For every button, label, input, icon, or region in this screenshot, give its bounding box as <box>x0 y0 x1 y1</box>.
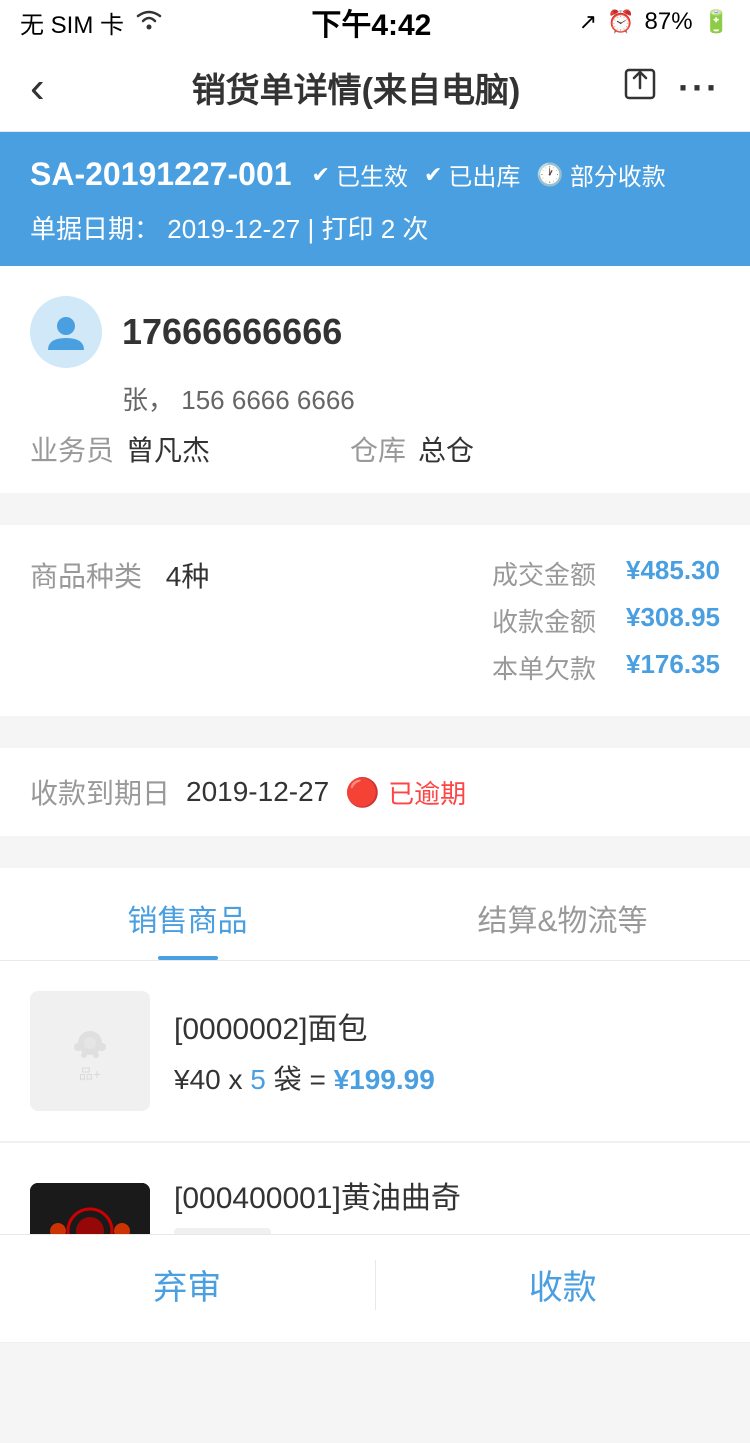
product-image-1: 品+ <box>30 991 150 1111</box>
product-price-1: ¥40 x 5 袋 = ¥199.99 <box>174 1058 720 1098</box>
status-effective: ✔ 已生效 <box>312 157 408 192</box>
svg-text:品+: 品+ <box>79 1066 101 1082</box>
tab-settlement[interactable]: 结算&物流等 <box>375 868 750 960</box>
overdue-badge: 🔴 已逾期 <box>345 774 466 811</box>
status-tags: ✔ 已生效 ✔ 已出库 🕐 部分收款 <box>312 157 666 192</box>
check-icon-1: ✔ <box>312 162 330 188</box>
status-left: 无 SIM 卡 <box>20 5 164 40</box>
warning-icon: 🔴 <box>345 776 380 809</box>
battery-text: 87% <box>645 8 693 36</box>
order-header: SA-20191227-001 ✔ 已生效 ✔ 已出库 🕐 部分收款 单据日期：… <box>0 132 750 266</box>
more-button[interactable]: ··· <box>678 67 720 109</box>
nav-bar: ‹ 销货单详情(来自电脑) ··· <box>0 44 750 132</box>
tab-sales-products[interactable]: 销售商品 <box>0 868 375 960</box>
page-title: 销货单详情(来自电脑) <box>192 63 521 112</box>
status-bar: 无 SIM 卡 下午4:42 ↗ ⏰ 87% 🔋 <box>0 0 750 44</box>
overdue-section: 收款到期日 2019-12-27 🔴 已逾期 <box>0 748 750 836</box>
status-time: 下午4:42 <box>311 0 431 44</box>
collect-button[interactable]: 收款 <box>376 1240 750 1329</box>
bottom-bar: 弃审 收款 <box>0 1234 750 1334</box>
salesperson-item: 业务员 曾凡杰 <box>30 429 210 469</box>
check-icon-2: ✔ <box>424 162 442 188</box>
order-date-line: 单据日期： 2019-12-27 | 打印 2 次 <box>30 209 720 246</box>
nav-actions: ··· <box>622 66 720 110</box>
customer-section: 17666666666 张， 156 6666 6666 业务员 曾凡杰 仓库 … <box>0 266 750 493</box>
status-right: ↗ ⏰ 87% 🔋 <box>579 8 730 36</box>
bottom-spacer <box>0 1343 750 1443</box>
separator-1 <box>0 509 750 525</box>
alarm-icon: ⏰ <box>607 9 634 35</box>
back-button[interactable]: ‹ <box>30 63 90 113</box>
customer-avatar <box>30 296 102 368</box>
tabs-section: 销售商品 结算&物流等 <box>0 868 750 961</box>
product-item-1: 品+ [0000002]面包 ¥40 x 5 袋 = ¥199.99 <box>0 961 750 1142</box>
status-shipped: ✔ 已出库 <box>424 157 520 192</box>
customer-phone: 17666666666 <box>122 311 342 353</box>
share-button[interactable] <box>622 66 658 110</box>
product-types: 商品种类 4种 <box>30 555 209 595</box>
customer-info: 张， 156 6666 6666 <box>122 380 720 417</box>
stats-right: 成交金额 ¥485.30 收款金额 ¥308.95 本单欠款 ¥176.35 <box>492 555 720 686</box>
status-partial: 🕐 部分收款 <box>536 157 665 192</box>
clock-icon: 🕐 <box>536 162 563 188</box>
customer-meta: 业务员 曾凡杰 仓库 总仓 <box>30 429 720 469</box>
product-name-1: [0000002]面包 <box>174 1004 720 1048</box>
warehouse-item: 仓库 总仓 <box>350 429 474 469</box>
tabs-row: 销售商品 结算&物流等 <box>0 868 750 961</box>
product-info-1: [0000002]面包 ¥40 x 5 袋 = ¥199.99 <box>174 1004 720 1098</box>
separator-2 <box>0 732 750 748</box>
wifi-icon <box>134 8 164 37</box>
stats-section: 商品种类 4种 成交金额 ¥485.30 收款金额 ¥308.95 本单欠款 ¥… <box>0 525 750 716</box>
reject-button[interactable]: 弃审 <box>0 1240 375 1329</box>
battery-icon: 🔋 <box>703 9 730 35</box>
collected-row: 收款金额 ¥308.95 <box>492 602 720 639</box>
stats-left: 商品种类 4种 <box>30 555 209 595</box>
location-icon: ↗ <box>579 9 597 35</box>
debt-row: 本单欠款 ¥176.35 <box>492 649 720 686</box>
separator-3 <box>0 852 750 868</box>
deal-amount-row: 成交金额 ¥485.30 <box>492 555 720 592</box>
product-name-2: [000400001]黄油曲奇 <box>174 1173 720 1217</box>
order-number: SA-20191227-001 <box>30 156 292 193</box>
carrier-text: 无 SIM 卡 <box>20 5 124 40</box>
